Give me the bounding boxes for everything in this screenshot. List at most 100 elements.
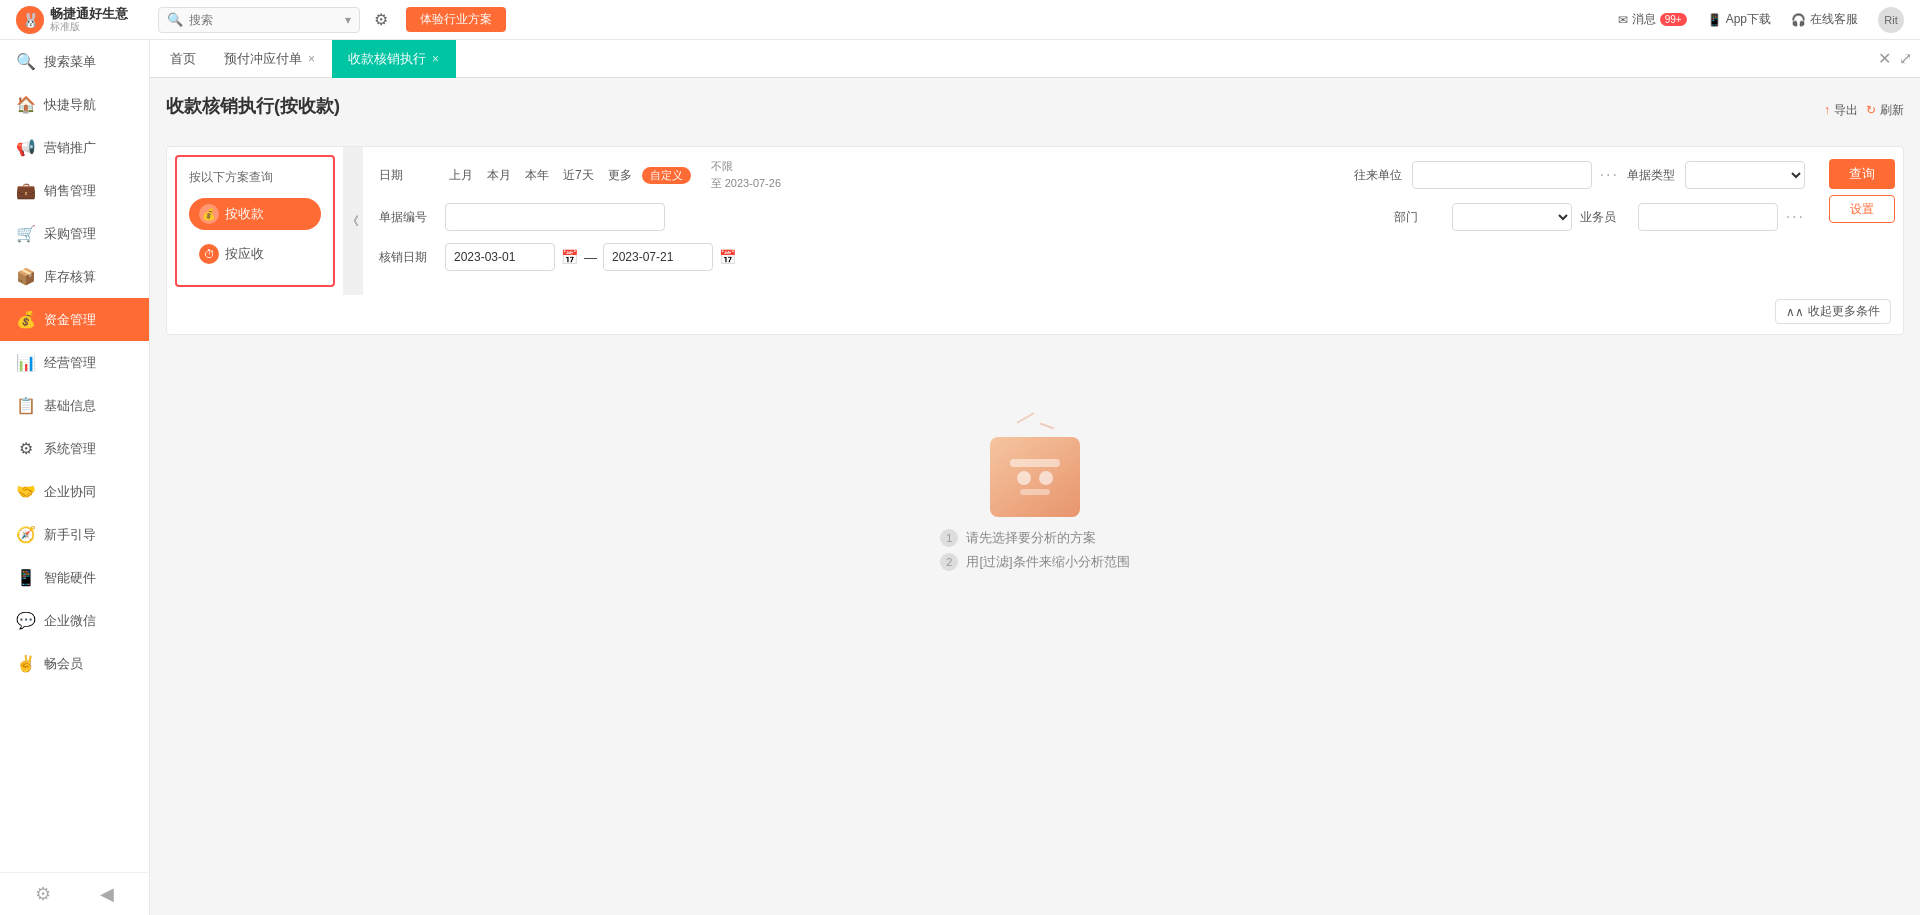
operations-label: 经营管理 bbox=[44, 354, 96, 372]
tab-prepay-close-icon[interactable]: × bbox=[308, 52, 315, 66]
app-download-btn[interactable]: 📱 App下载 bbox=[1707, 11, 1771, 28]
hardware-icon: 📱 bbox=[16, 568, 36, 587]
wechat-icon: 💬 bbox=[16, 611, 36, 630]
sales-label: 销售管理 bbox=[44, 182, 96, 200]
tab-prepay-label: 预付冲应付单 bbox=[224, 50, 302, 68]
empty-hint-1-text: 请先选择要分析的方案 bbox=[966, 529, 1096, 547]
date-shortcut-this-month[interactable]: 本月 bbox=[483, 166, 515, 185]
date-shortcut-last-month[interactable]: 上月 bbox=[445, 166, 477, 185]
online-service-btn[interactable]: 🎧 在线客服 bbox=[1791, 11, 1858, 28]
chevron-down-icon[interactable]: ▾ bbox=[345, 13, 351, 27]
sidebar-item-search-menu[interactable]: 🔍 搜索菜单 bbox=[0, 40, 149, 83]
search-bar[interactable]: 🔍 ▾ bbox=[158, 7, 360, 33]
tab-close-all-icon[interactable]: ✕ bbox=[1878, 49, 1891, 68]
date-custom-tag[interactable]: 自定义 bbox=[642, 167, 691, 184]
empty-hint-2-text: 用[过滤]条件来缩小分析范围 bbox=[966, 553, 1129, 571]
verify-date-range: 📅 — 📅 bbox=[445, 243, 736, 271]
search-icon: 🔍 bbox=[167, 12, 183, 27]
filter-collapse-btn[interactable]: 《 bbox=[343, 147, 363, 295]
filter-panel: 按以下方案查询 💰 按收款 ⏱ 按应收 《 bbox=[166, 146, 1904, 335]
filter-scheme-title: 按以下方案查询 bbox=[189, 169, 321, 186]
sidebar-item-inventory[interactable]: 📦 库存核算 bbox=[0, 255, 149, 298]
staff-input[interactable] bbox=[1638, 203, 1778, 231]
export-icon: ↑ bbox=[1824, 103, 1830, 117]
verify-date-end-input[interactable] bbox=[603, 243, 713, 271]
top-bar-right: ✉ 消息 99+ 📱 App下载 🎧 在线客服 Rit bbox=[1618, 7, 1904, 33]
sidebar-item-system[interactable]: ⚙ 系统管理 bbox=[0, 427, 149, 470]
page-content: 收款核销执行(按收款) ↑ 导出 ↻ 刷新 按以 bbox=[150, 78, 1920, 915]
tab-home[interactable]: 首页 bbox=[158, 50, 208, 68]
sidebar-item-member[interactable]: ✌ 畅会员 bbox=[0, 642, 149, 685]
basic-info-label: 基础信息 bbox=[44, 397, 96, 415]
sidebar-item-quick-nav[interactable]: 🏠 快捷导航 bbox=[0, 83, 149, 126]
staff-label: 业务员 bbox=[1580, 209, 1630, 226]
logo-sub-text: 标准版 bbox=[50, 21, 128, 32]
logo-icon: 🐰 bbox=[16, 6, 44, 34]
quick-nav-icon: 🏠 bbox=[16, 95, 36, 114]
industry-btn[interactable]: 体验行业方案 bbox=[406, 7, 506, 32]
basic-info-icon: 📋 bbox=[16, 396, 36, 415]
settings-btn[interactable]: 设置 bbox=[1829, 195, 1895, 223]
message-btn[interactable]: ✉ 消息 99+ bbox=[1618, 11, 1687, 28]
receivable-icon: ⏱ bbox=[199, 244, 219, 264]
headset-icon: 🎧 bbox=[1791, 13, 1806, 27]
gear-icon[interactable]: ⚙ bbox=[374, 10, 388, 29]
online-service-label: 在线客服 bbox=[1810, 11, 1858, 28]
export-label: 导出 bbox=[1834, 102, 1858, 119]
sidebar-item-operations[interactable]: 📊 经营管理 bbox=[0, 341, 149, 384]
sidebar-item-guide[interactable]: 🧭 新手引导 bbox=[0, 513, 149, 556]
app-download-label: App下载 bbox=[1726, 11, 1771, 28]
calendar-start-icon[interactable]: 📅 bbox=[561, 249, 578, 265]
collapse-up-icon: ∧∧ bbox=[1786, 305, 1804, 319]
tab-receipt-close-icon[interactable]: × bbox=[432, 52, 439, 66]
counterpart-ellipsis-icon[interactable]: ··· bbox=[1600, 166, 1619, 184]
tab-expand-icon[interactable]: ⤢ bbox=[1899, 49, 1912, 68]
date-shortcut-more[interactable]: 更多 bbox=[604, 166, 636, 185]
export-btn[interactable]: ↑ 导出 bbox=[1824, 102, 1858, 119]
refresh-icon: ↻ bbox=[1866, 103, 1876, 117]
filter-actions: 查询 设置 bbox=[1821, 147, 1903, 295]
guide-icon: 🧭 bbox=[16, 525, 36, 544]
doc-no-input[interactable] bbox=[445, 203, 665, 231]
sidebar-item-wechat[interactable]: 💬 企业微信 bbox=[0, 599, 149, 642]
tab-bar-right: ✕ ⤢ bbox=[1878, 49, 1912, 68]
filter-option2-label: 按应收 bbox=[225, 245, 264, 263]
dept-select[interactable] bbox=[1452, 203, 1572, 231]
verify-date-start-input[interactable] bbox=[445, 243, 555, 271]
counterpart-label: 往来单位 bbox=[1354, 167, 1404, 184]
tab-receipt-label: 收款核销执行 bbox=[348, 50, 426, 68]
calendar-end-icon[interactable]: 📅 bbox=[719, 249, 736, 265]
date-shortcut-this-year[interactable]: 本年 bbox=[521, 166, 553, 185]
hint-num-2: 2 bbox=[940, 553, 958, 571]
sidebar-item-enterprise[interactable]: 🤝 企业协同 bbox=[0, 470, 149, 513]
query-btn[interactable]: 查询 bbox=[1829, 159, 1895, 189]
sidebar-item-basic-info[interactable]: 📋 基础信息 bbox=[0, 384, 149, 427]
filter-option-by-receipt[interactable]: 💰 按收款 bbox=[189, 198, 321, 230]
sidebar-settings-icon[interactable]: ⚙ bbox=[35, 883, 51, 905]
sidebar-item-marketing[interactable]: 📢 营销推广 bbox=[0, 126, 149, 169]
sidebar-item-sales[interactable]: 💼 销售管理 bbox=[0, 169, 149, 212]
sidebar-item-purchase[interactable]: 🛒 采购管理 bbox=[0, 212, 149, 255]
doc-type-select[interactable] bbox=[1685, 161, 1805, 189]
tab-prepay[interactable]: 预付冲应付单 × bbox=[208, 40, 332, 78]
counterpart-input[interactable] bbox=[1412, 161, 1592, 189]
sidebar-collapse-icon[interactable]: ◀ bbox=[100, 883, 114, 905]
filter-row-1: 日期 上月 本月 本年 近7天 更多 自定义 不限 至 bbox=[379, 159, 1805, 191]
collapse-more-btn[interactable]: ∧∧ 收起更多条件 bbox=[1775, 299, 1891, 324]
enterprise-icon: 🤝 bbox=[16, 482, 36, 501]
date-shortcut-7days[interactable]: 近7天 bbox=[559, 166, 598, 185]
page-top-actions: ↑ 导出 ↻ 刷新 bbox=[1824, 102, 1904, 119]
staff-ellipsis-icon[interactable]: ··· bbox=[1786, 208, 1805, 226]
user-avatar[interactable]: Rit bbox=[1878, 7, 1904, 33]
filter-option-by-receivable[interactable]: ⏱ 按应收 bbox=[189, 238, 321, 270]
search-input[interactable] bbox=[189, 13, 339, 27]
sidebar-item-hardware[interactable]: 📱 智能硬件 bbox=[0, 556, 149, 599]
empty-illustration bbox=[970, 407, 1100, 517]
tab-receipt[interactable]: 收款核销执行 × bbox=[332, 40, 456, 78]
empty-hint-1: 1 请先选择要分析的方案 bbox=[940, 529, 1129, 547]
refresh-btn[interactable]: ↻ 刷新 bbox=[1866, 102, 1904, 119]
operations-icon: 📊 bbox=[16, 353, 36, 372]
verify-date-label: 核销日期 bbox=[379, 249, 429, 266]
sidebar-item-finance[interactable]: 💰 资金管理 bbox=[0, 298, 149, 341]
finance-icon: 💰 bbox=[16, 310, 36, 329]
